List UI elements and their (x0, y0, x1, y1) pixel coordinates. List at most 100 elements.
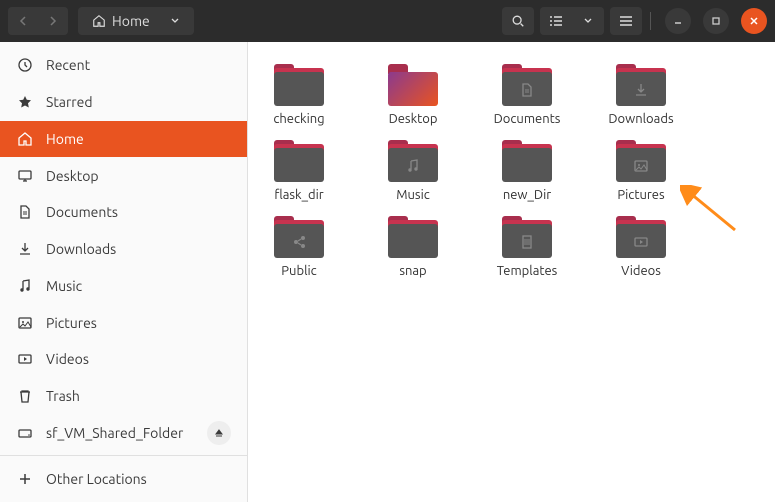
folder-icon (616, 216, 666, 258)
sidebar-item-documents[interactable]: Documents (0, 194, 247, 231)
sidebar-item-downloads[interactable]: Downloads (0, 231, 247, 268)
forward-button[interactable] (38, 7, 68, 35)
eject-button[interactable] (207, 421, 231, 445)
sidebar-item-label: Other Locations (46, 471, 231, 487)
folder-label: Music (396, 188, 430, 202)
documents-icon (517, 80, 537, 100)
videos-icon (631, 232, 651, 252)
sidebar-item-recent[interactable]: Recent (0, 47, 247, 84)
sidebar-item-label: Music (46, 278, 231, 294)
sidebar-item-label: Videos (46, 351, 231, 367)
maximize-button[interactable] (703, 8, 729, 34)
music-icon (16, 277, 34, 295)
sidebar-item-label: sf_VM_Shared_Folder (46, 425, 195, 441)
list-view-button[interactable] (540, 7, 572, 35)
path-dropdown-button[interactable] (160, 7, 190, 35)
folder-label: checking (273, 112, 324, 126)
folder-icon (502, 216, 552, 258)
folder-icon (616, 140, 666, 182)
sidebar-item-label: Starred (46, 94, 231, 110)
folder-public[interactable]: Public (258, 212, 340, 282)
folder-desktop[interactable]: Desktop (372, 60, 454, 130)
folder-label: flask_dir (274, 188, 323, 202)
folder-icon (502, 140, 552, 182)
body: Recent Starred Home Desktop Documents Downloa… (0, 42, 775, 502)
hamburger-menu-button[interactable] (610, 7, 642, 35)
folder-label: Pictures (617, 188, 664, 202)
folder-templates[interactable]: Templates (486, 212, 568, 282)
pictures-icon (631, 156, 651, 176)
sidebar-item-music[interactable]: Music (0, 268, 247, 305)
home-icon (92, 14, 106, 28)
folder-icon (388, 216, 438, 258)
path-home[interactable]: Home (82, 13, 160, 29)
documents-icon (16, 203, 34, 221)
sidebar-item-sf-vm-shared-folder[interactable]: sf_VM_Shared_Folder (0, 415, 247, 452)
folder-music[interactable]: Music (372, 136, 454, 206)
star-icon (16, 93, 34, 111)
folder-checking[interactable]: checking (258, 60, 340, 130)
drive-icon (16, 424, 34, 442)
folder-downloads[interactable]: Downloads (600, 60, 682, 130)
folder-icon (616, 64, 666, 106)
folder-icon (388, 140, 438, 182)
sidebar-item-starred[interactable]: Starred (0, 84, 247, 121)
annotation-arrow (680, 185, 740, 235)
sidebar-item-desktop[interactable]: Desktop (0, 157, 247, 194)
sidebar-item-label: Recent (46, 57, 231, 73)
folder-flask-dir[interactable]: flask_dir (258, 136, 340, 206)
titlebar: Home (0, 0, 775, 42)
back-button[interactable] (8, 7, 38, 35)
folder-label: Desktop (389, 112, 438, 126)
path-label: Home (112, 13, 150, 29)
folder-label: Videos (621, 264, 661, 278)
divider (0, 455, 247, 456)
sidebar-item-label: Pictures (46, 315, 231, 331)
view-dropdown-button[interactable] (572, 7, 604, 35)
folder-icon (274, 64, 324, 106)
search-button[interactable] (502, 7, 534, 35)
clock-icon (16, 56, 34, 74)
desktop-icon (16, 167, 34, 185)
sidebar-other-locations[interactable]: Other Locations (0, 460, 247, 497)
sidebar-item-home[interactable]: Home (0, 121, 247, 158)
divider (650, 12, 651, 30)
folder-icon (502, 64, 552, 106)
sidebar-item-label: Documents (46, 204, 231, 220)
nav-group (8, 7, 68, 35)
sidebar-item-videos[interactable]: Videos (0, 341, 247, 378)
download-icon (16, 240, 34, 258)
sidebar-item-trash[interactable]: Trash (0, 378, 247, 415)
templates-icon (517, 232, 537, 252)
folder-new-dir[interactable]: new_Dir (486, 136, 568, 206)
sidebar: Recent Starred Home Desktop Documents Downloa… (0, 42, 248, 502)
public-icon (289, 232, 309, 252)
file-grid[interactable]: checking Desktop Documents Downloads flask_d… (248, 42, 775, 502)
folder-icon (274, 216, 324, 258)
folder-icon (274, 140, 324, 182)
home-icon (16, 130, 34, 148)
videos-icon (16, 350, 34, 368)
folder-label: Downloads (608, 112, 673, 126)
view-group (540, 7, 604, 35)
minimize-button[interactable] (665, 8, 691, 34)
folder-videos[interactable]: Videos (600, 212, 682, 282)
folder-documents[interactable]: Documents (486, 60, 568, 130)
folder-label: Documents (494, 112, 561, 126)
pictures-icon (16, 314, 34, 332)
folder-label: snap (399, 264, 426, 278)
close-button[interactable] (741, 8, 767, 34)
folder-label: Public (281, 264, 316, 278)
sidebar-item-label: Desktop (46, 168, 231, 184)
sidebar-item-label: Home (46, 131, 231, 147)
folder-snap[interactable]: snap (372, 212, 454, 282)
folder-icon (388, 64, 438, 106)
path-bar[interactable]: Home (78, 7, 194, 35)
folder-pictures[interactable]: Pictures (600, 136, 682, 206)
sidebar-item-label: Downloads (46, 241, 231, 257)
sidebar-item-label: Trash (46, 388, 231, 404)
trash-icon (16, 387, 34, 405)
plus-icon (16, 470, 34, 488)
folder-label: new_Dir (503, 188, 551, 202)
sidebar-item-pictures[interactable]: Pictures (0, 304, 247, 341)
